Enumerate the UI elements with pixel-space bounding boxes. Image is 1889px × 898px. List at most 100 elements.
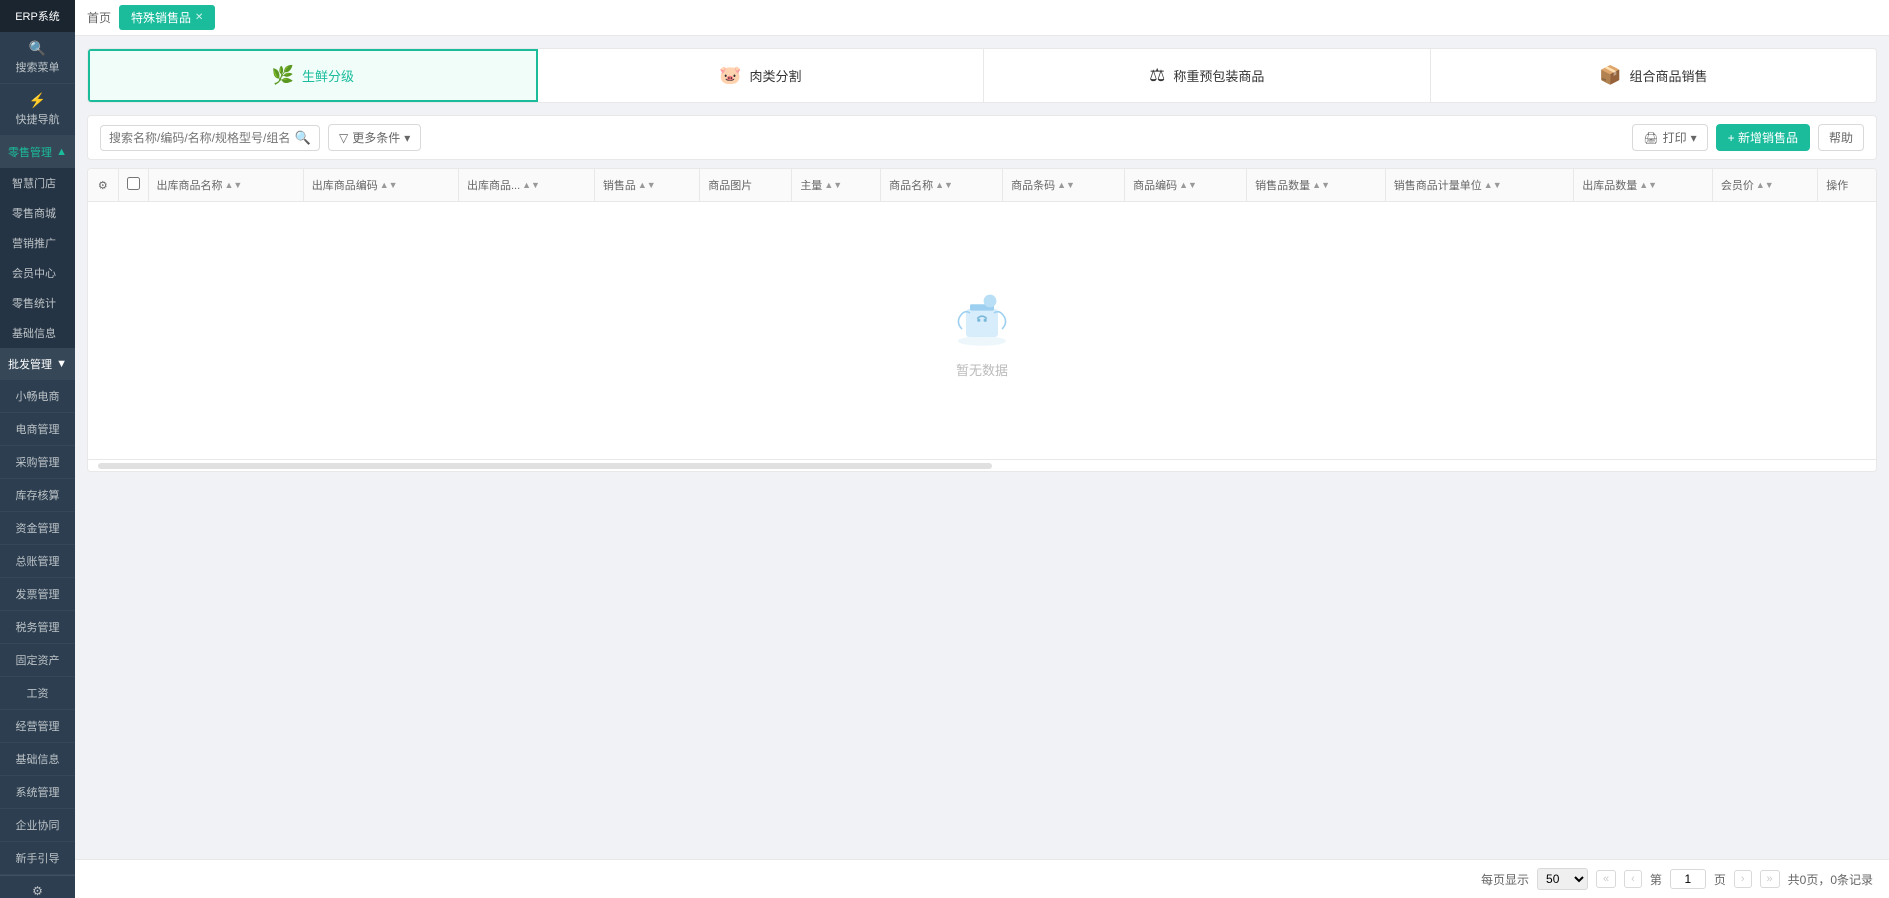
tab-meat-label: 肉类分割 (749, 66, 801, 85)
tab-fresh[interactable]: 🌿 生鲜分级 (88, 49, 538, 102)
quick-icon: ⚡ (4, 92, 71, 109)
sidebar-item-promotion[interactable]: 营销推广 (0, 228, 75, 258)
sidebar-item-basic-info2[interactable]: 基础信息 (0, 743, 75, 776)
th-goods-name[interactable]: 商品名称 ▲▼ (881, 169, 1003, 202)
sidebar-item-search[interactable]: 🔍 搜索菜单 (0, 32, 75, 84)
filter-button[interactable]: ▽ 更多条件 ▾ (328, 124, 421, 151)
th-img-label: 商品图片 (708, 180, 752, 192)
tab-weigh[interactable]: ⚖ 称重预包装商品 (984, 49, 1431, 102)
sort-icon-goods-code: ▲▼ (1179, 181, 1197, 190)
page-label-after: 页 (1714, 871, 1726, 888)
help-button[interactable]: 帮助 (1818, 124, 1864, 151)
search-icon: 🔍 (4, 40, 71, 57)
th-barcode[interactable]: 商品条码 ▲▼ (1003, 169, 1125, 202)
sidebar-section-wholesale[interactable]: 批发管理 ▼ (0, 348, 75, 380)
sidebar-item-salary[interactable]: 工资 (0, 677, 75, 710)
th-out-spec[interactable]: 出库商品... ▲▼ (458, 169, 594, 202)
th-sale-qty[interactable]: 销售品数量 ▲▼ (1247, 169, 1386, 202)
next-page-button[interactable]: › (1734, 870, 1752, 888)
tab-combo-label: 组合商品销售 (1629, 66, 1707, 85)
sort-icon-sale-qty: ▲▼ (1312, 181, 1330, 190)
first-page-button[interactable]: « (1596, 870, 1616, 888)
tab-meat[interactable]: 🐷 肉类分割 (538, 49, 985, 102)
chevron-down-icon-print: ▾ (1691, 131, 1697, 145)
th-sale-item[interactable]: 销售品 ▲▼ (594, 169, 699, 202)
sidebar-item-tax[interactable]: 税务管理 (0, 611, 75, 644)
sidebar-item-ops-mgr[interactable]: 经营管理 (0, 710, 75, 743)
sidebar-item-quick[interactable]: ⚡ 快捷导航 (0, 84, 75, 136)
settings-button[interactable]: ⚙ (0, 875, 75, 898)
sidebar-quick-label: 快捷导航 (4, 111, 71, 127)
sidebar-search-label: 搜索菜单 (4, 59, 71, 75)
th-sale-unit-label: 销售商品计量单位 (1394, 177, 1482, 193)
sidebar-item-mini-ecom[interactable]: 小畅电商 (0, 380, 75, 413)
sidebar-general-ledger-label: 总账管理 (4, 553, 71, 569)
sidebar-salary-label: 工资 (4, 685, 71, 701)
sidebar-item-retail-stats[interactable]: 零售统计 (0, 288, 75, 318)
sidebar-item-enterprise[interactable]: 企业协同 (0, 809, 75, 842)
sort-icon-out-qty: ▲▼ (1639, 181, 1657, 190)
search-box[interactable]: 🔍 (100, 125, 320, 151)
tab-weigh-label: 称重预包装商品 (1173, 66, 1264, 85)
print-button[interactable]: 🖨 打印 ▾ (1632, 124, 1707, 151)
sidebar-member-center-label: 会员中心 (12, 268, 56, 280)
sidebar-item-ecom-mgr[interactable]: 电商管理 (0, 413, 75, 446)
th-out-name[interactable]: 出库商品名称 ▲▼ (148, 169, 303, 202)
table-scroll[interactable]: ⚙ 出库商品名称 ▲▼ (88, 169, 1876, 459)
sidebar-item-invoice[interactable]: 发票管理 (0, 578, 75, 611)
th-sale-unit[interactable]: 销售商品计量单位 ▲▼ (1385, 169, 1573, 202)
sidebar-tax-label: 税务管理 (4, 619, 71, 635)
table-header-row: ⚙ 出库商品名称 ▲▼ (88, 169, 1876, 202)
sidebar-item-fixed-assets[interactable]: 固定资产 (0, 644, 75, 677)
th-member-price[interactable]: 会员价 ▲▼ (1712, 169, 1817, 202)
th-member-price-label: 会员价 (1721, 177, 1754, 193)
sidebar-item-system[interactable]: 系统管理 (0, 776, 75, 809)
sort-icon-barcode: ▲▼ (1057, 181, 1075, 190)
th-goods-code-label: 商品编码 (1133, 177, 1177, 193)
sort-icon-member-price: ▲▼ (1756, 181, 1774, 190)
th-main-weight-label: 主量 (800, 177, 822, 193)
sidebar-item-finance[interactable]: 资金管理 (0, 512, 75, 545)
sidebar-beginner-label: 新手引导 (4, 850, 71, 866)
page-label-before: 第 (1650, 871, 1662, 888)
th-out-qty[interactable]: 出库品数量 ▲▼ (1574, 169, 1713, 202)
last-page-button[interactable]: » (1760, 870, 1780, 888)
home-tab[interactable]: 首页 (87, 9, 111, 26)
sidebar-item-retail-mall[interactable]: 零售商城 (0, 198, 75, 228)
sidebar-item-member-center[interactable]: 会员中心 (0, 258, 75, 288)
sidebar-item-purchase[interactable]: 采购管理 (0, 446, 75, 479)
th-setting[interactable]: ⚙ (88, 169, 118, 202)
search-icon[interactable]: 🔍 (295, 130, 311, 146)
sidebar-item-beginner[interactable]: 新手引导 (0, 842, 75, 875)
topbar: 首页 特殊销售品 ✕ (75, 0, 1889, 36)
search-input[interactable] (109, 131, 291, 145)
combo-icon: 📦 (1599, 65, 1621, 86)
close-tab-icon[interactable]: ✕ (195, 12, 203, 23)
sidebar-item-basic-info[interactable]: 基础信息 (0, 318, 75, 348)
page-input[interactable] (1670, 869, 1706, 889)
th-out-name-label: 出库商品名称 (157, 177, 223, 193)
th-goods-code[interactable]: 商品编码 ▲▼ (1125, 169, 1247, 202)
th-main-weight[interactable]: 主量 ▲▼ (792, 169, 881, 202)
weigh-icon: ⚖ (1149, 65, 1165, 86)
prev-page-button[interactable]: ‹ (1624, 870, 1642, 888)
sidebar-ops-mgr-label: 经营管理 (4, 718, 71, 734)
current-tab[interactable]: 特殊销售品 ✕ (119, 5, 215, 30)
th-checkbox[interactable] (118, 169, 148, 202)
sidebar-item-general-ledger[interactable]: 总账管理 (0, 545, 75, 578)
add-button[interactable]: + 新增销售品 (1716, 124, 1810, 151)
select-all-checkbox[interactable] (127, 177, 140, 190)
table-horizontal-scrollbar[interactable] (88, 459, 1876, 471)
per-page-select[interactable]: 50 10 20 100 (1537, 868, 1588, 890)
empty-text: 暂无数据 (88, 360, 1876, 379)
sort-icon-main-weight: ▲▼ (824, 181, 842, 190)
add-label: + 新增销售品 (1728, 129, 1798, 146)
sidebar-section-retail[interactable]: 零售管理 ▲ (0, 136, 75, 168)
sort-icon-out-name: ▲▼ (225, 181, 243, 190)
sidebar-item-smart-store[interactable]: 智慧门店 (0, 168, 75, 198)
tab-combo[interactable]: 📦 组合商品销售 (1431, 49, 1877, 102)
th-out-code[interactable]: 出库商品编码 ▲▼ (303, 169, 458, 202)
toolbar-left: 🔍 ▽ 更多条件 ▾ (100, 124, 421, 151)
toolbar-right: 🖨 打印 ▾ + 新增销售品 帮助 (1632, 124, 1864, 151)
sidebar-item-inventory[interactable]: 库存核算 (0, 479, 75, 512)
